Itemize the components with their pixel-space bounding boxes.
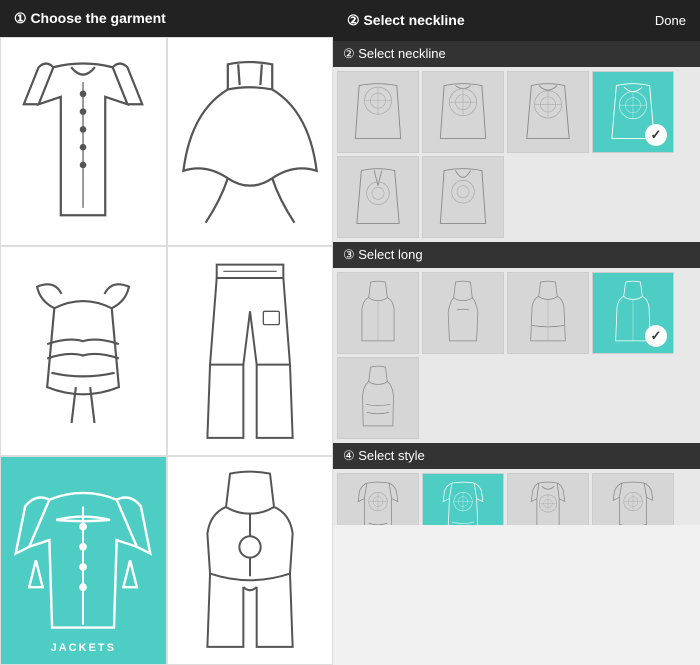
- garment-poncho[interactable]: [167, 37, 334, 246]
- left-panel: ① Choose the garment: [0, 0, 333, 525]
- garment-cargo-pants[interactable]: [167, 246, 334, 455]
- garment-bustier[interactable]: [0, 246, 167, 455]
- section-style-label: ④ Select style: [333, 443, 700, 469]
- neckline-option-1[interactable]: [337, 71, 419, 153]
- long-option-3[interactable]: [507, 272, 589, 354]
- garment-jumpsuit[interactable]: [167, 456, 334, 665]
- style-options: ✓: [333, 469, 700, 525]
- long-option-1[interactable]: [337, 272, 419, 354]
- style-option-2[interactable]: ✓: [422, 473, 504, 525]
- right-title: ② Select neckline: [347, 12, 465, 29]
- right-header: ② Select neckline Done: [333, 0, 700, 41]
- garment-jacket[interactable]: JACKETS: [0, 456, 167, 665]
- long-option-5[interactable]: [337, 357, 419, 439]
- garment-shirt[interactable]: [0, 37, 167, 246]
- section-long-label: ③ Select long: [333, 242, 700, 268]
- neckline-option-2[interactable]: [422, 71, 504, 153]
- neckline-option-4[interactable]: ✓: [592, 71, 674, 153]
- style-option-4[interactable]: [592, 473, 674, 525]
- long-option-2[interactable]: [422, 272, 504, 354]
- garment-grid: JACKETS: [0, 37, 333, 665]
- neckline-check-4: ✓: [645, 124, 667, 146]
- neckline-option-6[interactable]: [422, 156, 504, 238]
- left-header: ① Choose the garment: [0, 0, 333, 37]
- neckline-option-3[interactable]: [507, 71, 589, 153]
- style-option-3[interactable]: [507, 473, 589, 525]
- right-panel: ② Select neckline Done ② Select neckline: [333, 0, 700, 525]
- left-title: ① Choose the garment: [14, 10, 166, 27]
- long-options: ✓: [333, 268, 700, 443]
- done-button[interactable]: Done: [655, 13, 686, 28]
- jacket-label: JACKETS: [1, 642, 166, 654]
- neckline-option-5[interactable]: [337, 156, 419, 238]
- neckline-options: ✓: [333, 67, 700, 242]
- section-neckline-label: ② Select neckline: [333, 41, 700, 67]
- style-option-1[interactable]: [337, 473, 419, 525]
- long-check-4: ✓: [645, 325, 667, 347]
- long-option-4[interactable]: ✓: [592, 272, 674, 354]
